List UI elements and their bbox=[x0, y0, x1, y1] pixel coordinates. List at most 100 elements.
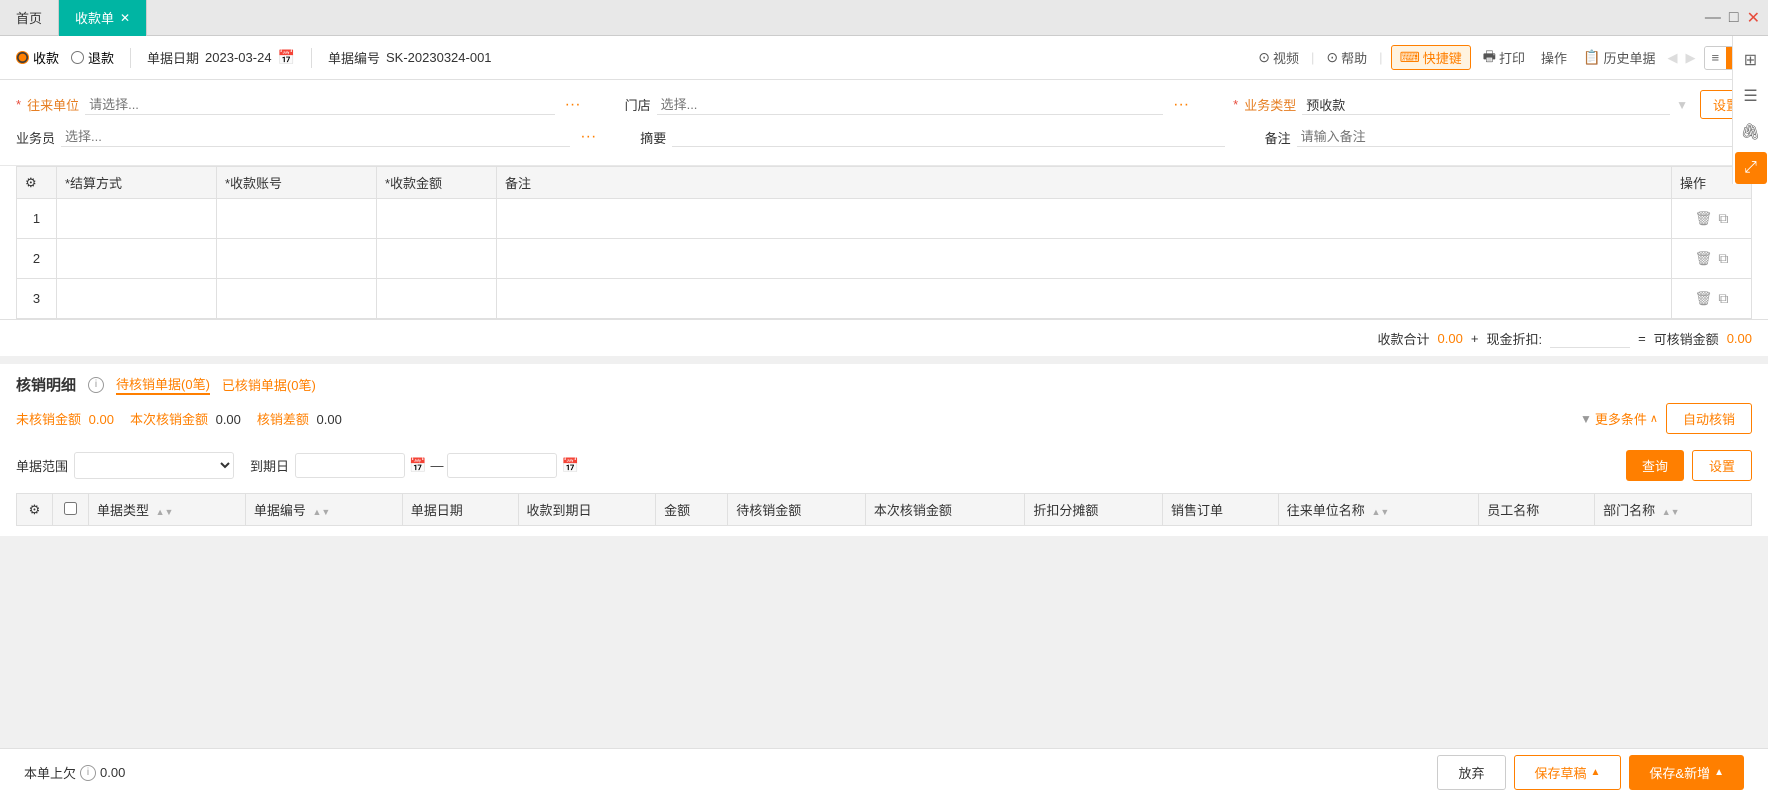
tab-bar: 首页 收款单 ✕ — □ ✕ bbox=[0, 0, 1768, 36]
remark-input[interactable] bbox=[1297, 127, 1732, 147]
table-row: 3 🗑 ⧉ bbox=[17, 279, 1752, 319]
discount-input[interactable] bbox=[1550, 328, 1630, 348]
row-1-amount[interactable] bbox=[377, 199, 497, 239]
tab-receipt-close[interactable]: ✕ bbox=[120, 11, 130, 25]
date-from-input[interactable]: 2022-04-01 bbox=[295, 453, 405, 478]
window-close-btn[interactable]: ✕ bbox=[1747, 8, 1760, 28]
row-2-copy-btn[interactable]: ⧉ bbox=[1718, 250, 1728, 267]
bt-type-sort[interactable]: ▲▼ bbox=[156, 508, 174, 517]
shop-input[interactable] bbox=[657, 95, 1164, 115]
auto-cancel-btn[interactable]: 自动核销 bbox=[1666, 403, 1752, 434]
discard-btn[interactable]: 放弃 bbox=[1437, 755, 1505, 790]
row-1-settle[interactable] bbox=[57, 199, 217, 239]
date-to-input[interactable]: 2022-04-12 bbox=[447, 453, 557, 478]
row-2-amount[interactable] bbox=[377, 239, 497, 279]
row-3-settle[interactable] bbox=[57, 279, 217, 319]
staff-input[interactable] bbox=[61, 127, 570, 147]
layout-list-btn[interactable]: ≡ bbox=[1705, 47, 1727, 68]
bt-amount-label: 金额 bbox=[664, 503, 690, 518]
bt-number-sort[interactable]: ▲▼ bbox=[312, 508, 330, 517]
table-area: ⚙ *结算方式 *收款账号 *收款金额 备注 操作 bbox=[0, 166, 1768, 319]
operation-btn[interactable]: 操作 bbox=[1537, 46, 1571, 69]
footer-stat-value: 0.00 bbox=[100, 765, 125, 780]
table-row: 2 🗑 ⧉ bbox=[17, 239, 1752, 279]
save-new-btn[interactable]: 保存&新增 ▲ bbox=[1629, 755, 1744, 790]
verif-info-icon[interactable]: i bbox=[88, 377, 104, 393]
print-btn[interactable]: 🖶 打印 bbox=[1479, 44, 1529, 72]
footer-stat-info-icon[interactable]: i bbox=[80, 765, 96, 781]
row-3-account[interactable] bbox=[217, 279, 377, 319]
diff-label: 核销差额 bbox=[257, 412, 309, 427]
row-1-copy-btn[interactable]: ⧉ bbox=[1718, 210, 1728, 227]
verif-actions: ▼ 更多条件 ∧ 自动核销 bbox=[1580, 403, 1752, 434]
remark-label: 备注 bbox=[1265, 128, 1291, 147]
row-2-account[interactable] bbox=[217, 239, 377, 279]
query-btn[interactable]: 查询 bbox=[1626, 450, 1684, 481]
receipt-radio[interactable] bbox=[16, 51, 29, 64]
receipt-radio-label[interactable]: 收款 bbox=[16, 48, 59, 67]
receipt-table: ⚙ *结算方式 *收款账号 *收款金额 备注 操作 bbox=[16, 166, 1752, 319]
tab-receipt[interactable]: 收款单 ✕ bbox=[59, 0, 147, 36]
shortcut-btn[interactable]: ⌨ 快捷键 bbox=[1391, 45, 1471, 70]
bt-header-type: 单据类型 ▲▼ bbox=[89, 494, 246, 526]
draft-btn[interactable]: 保存草稿 ▲ bbox=[1514, 755, 1622, 790]
filter-settings-btn[interactable]: 设置 bbox=[1692, 450, 1752, 481]
sidebar-table-icon[interactable]: ⊞ bbox=[1735, 44, 1767, 76]
row-1-account[interactable] bbox=[217, 199, 377, 239]
sidebar-clip-icon[interactable]: 🖇 bbox=[1735, 116, 1767, 148]
print-btn-label: 打印 bbox=[1499, 48, 1525, 67]
table-header-gear[interactable]: ⚙ bbox=[17, 167, 57, 199]
row-1-action: 🗑 ⧉ bbox=[1672, 199, 1752, 239]
date-range-wrap: 2022-04-01 📅 — 2022-04-12 📅 bbox=[295, 453, 579, 478]
row-3-copy-btn[interactable]: ⧉ bbox=[1718, 290, 1728, 307]
bt-dept-sort[interactable]: ▲▼ bbox=[1662, 508, 1680, 517]
shop-more-btn[interactable]: ··· bbox=[1169, 96, 1193, 114]
sidebar-list-icon[interactable]: ☰ bbox=[1735, 80, 1767, 112]
counterpart-star: * bbox=[16, 97, 21, 112]
receipt-label: 收款 bbox=[33, 48, 59, 67]
row-2-settle[interactable] bbox=[57, 239, 217, 279]
window-maximize-btn[interactable]: □ bbox=[1729, 9, 1739, 27]
bt-company-label: 往来单位名称 bbox=[1287, 503, 1365, 518]
window-minimize-btn[interactable]: — bbox=[1705, 9, 1721, 27]
counterpart-more-btn[interactable]: ··· bbox=[561, 96, 585, 114]
staff-more-btn[interactable]: ··· bbox=[576, 128, 600, 146]
range-select[interactable] bbox=[74, 452, 234, 479]
sidebar-expand-icon[interactable]: ⤢ bbox=[1735, 152, 1767, 184]
row-2-delete-btn[interactable]: 🗑 bbox=[1695, 250, 1713, 267]
tab-home-label: 首页 bbox=[16, 8, 42, 27]
row-1-delete-btn[interactable]: 🗑 bbox=[1695, 210, 1713, 227]
row-3-remark[interactable] bbox=[497, 279, 1672, 319]
row-1-remark[interactable] bbox=[497, 199, 1672, 239]
bt-header-checkbox[interactable] bbox=[53, 494, 89, 526]
equals-sign: = bbox=[1638, 331, 1646, 346]
date-to-calendar-icon[interactable]: 📅 bbox=[561, 457, 578, 474]
table-row: 1 🗑 ⧉ bbox=[17, 199, 1752, 239]
select-all-checkbox[interactable] bbox=[64, 502, 77, 515]
counterpart-input[interactable] bbox=[85, 95, 555, 115]
business-type-input[interactable] bbox=[1302, 95, 1670, 115]
row-3-delete-btn[interactable]: 🗑 bbox=[1695, 290, 1713, 307]
footer-bar: 本单上欠 i 0.00 放弃 保存草稿 ▲ 保存&新增 ▲ bbox=[0, 748, 1768, 796]
bt-header-amount: 金额 bbox=[656, 494, 728, 526]
date-calendar-icon[interactable]: 📅 bbox=[278, 49, 295, 66]
refund-radio-label[interactable]: 退款 bbox=[71, 48, 114, 67]
row-3-amount[interactable] bbox=[377, 279, 497, 319]
verif-done-tab[interactable]: 已核销单据(0笔) bbox=[222, 375, 316, 394]
history-btn[interactable]: 📋 历史单据 bbox=[1579, 46, 1659, 69]
bt-company-sort[interactable]: ▲▼ bbox=[1371, 508, 1389, 517]
video-btn[interactable]: ⊙ 视频 bbox=[1254, 46, 1303, 69]
help-btn[interactable]: ⊙ 帮助 bbox=[1322, 46, 1371, 69]
range-field: 单据范围 bbox=[16, 452, 234, 479]
business-type-arrow[interactable]: ▼ bbox=[1676, 98, 1688, 112]
table-header-amount: *收款金额 bbox=[377, 167, 497, 199]
verif-pending-tab[interactable]: 待核销单据(0笔) bbox=[116, 374, 210, 395]
main-content: * 往来单位 ··· 门店 ··· * 业务类型 ▼ 设置 bbox=[0, 80, 1768, 536]
date-from-calendar-icon[interactable]: 📅 bbox=[409, 457, 426, 474]
bt-header-gear[interactable]: ⚙ bbox=[17, 494, 53, 526]
more-conditions-btn[interactable]: ▼ 更多条件 ∧ bbox=[1580, 409, 1658, 428]
row-2-remark[interactable] bbox=[497, 239, 1672, 279]
summary-input[interactable] bbox=[672, 127, 1224, 147]
refund-radio[interactable] bbox=[71, 51, 84, 64]
tab-home[interactable]: 首页 bbox=[0, 0, 59, 36]
